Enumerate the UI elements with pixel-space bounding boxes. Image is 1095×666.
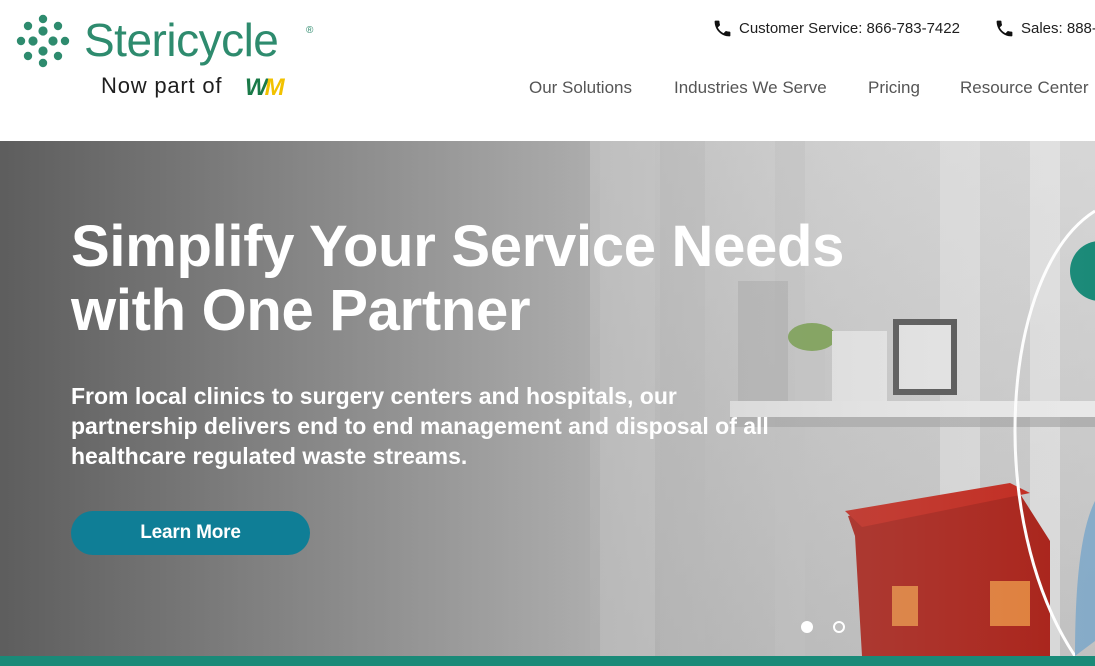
phone-icon [714, 20, 731, 36]
registered-mark: ® [306, 25, 314, 36]
carousel-dot-2[interactable] [833, 621, 845, 633]
carousel-dot-1[interactable] [801, 621, 813, 633]
customer-service-phone-link[interactable]: Customer Service: 866-783-7422 [712, 17, 960, 39]
wm-logo-m: M [264, 74, 285, 101]
carousel-pagination [800, 621, 860, 637]
nav-our-solutions[interactable]: Our Solutions [529, 76, 632, 100]
nav-industries-we-serve[interactable]: Industries We Serve [674, 76, 827, 100]
logo-tagline: Now part of [101, 73, 223, 98]
learn-more-button[interactable]: Learn More [71, 511, 310, 555]
phone-icon [996, 20, 1013, 36]
hero-subtitle: From local clinics to surgery centers an… [71, 383, 769, 469]
logo-wordmark: Stericycle [84, 14, 279, 66]
section-divider-band [0, 656, 1095, 666]
wm-logo-w: W [245, 74, 268, 101]
stericycle-dots-icon [16, 14, 70, 68]
customer-service-label: Customer Service: 866-783-7422 [739, 19, 960, 37]
nav-resource-center[interactable]: Resource Center [960, 76, 1089, 100]
page: Stericycle ® Now part of WM Customer Ser… [0, 0, 1095, 666]
hero-banner: Simplify Your Service Needs with One Par… [0, 141, 1095, 656]
sales-label: Sales: 888-8 [1021, 19, 1095, 37]
nav-pricing[interactable]: Pricing [868, 76, 920, 100]
wm-logo: WM [245, 74, 315, 101]
hero-title: Simplify Your Service Needs with One Par… [71, 214, 845, 343]
site-header: Stericycle ® Now part of WM Customer Ser… [0, 0, 1095, 141]
stericycle-logo[interactable]: Stericycle ® Now part of WM [16, 14, 326, 104]
sales-phone-link[interactable]: Sales: 888-8 [994, 17, 1095, 39]
